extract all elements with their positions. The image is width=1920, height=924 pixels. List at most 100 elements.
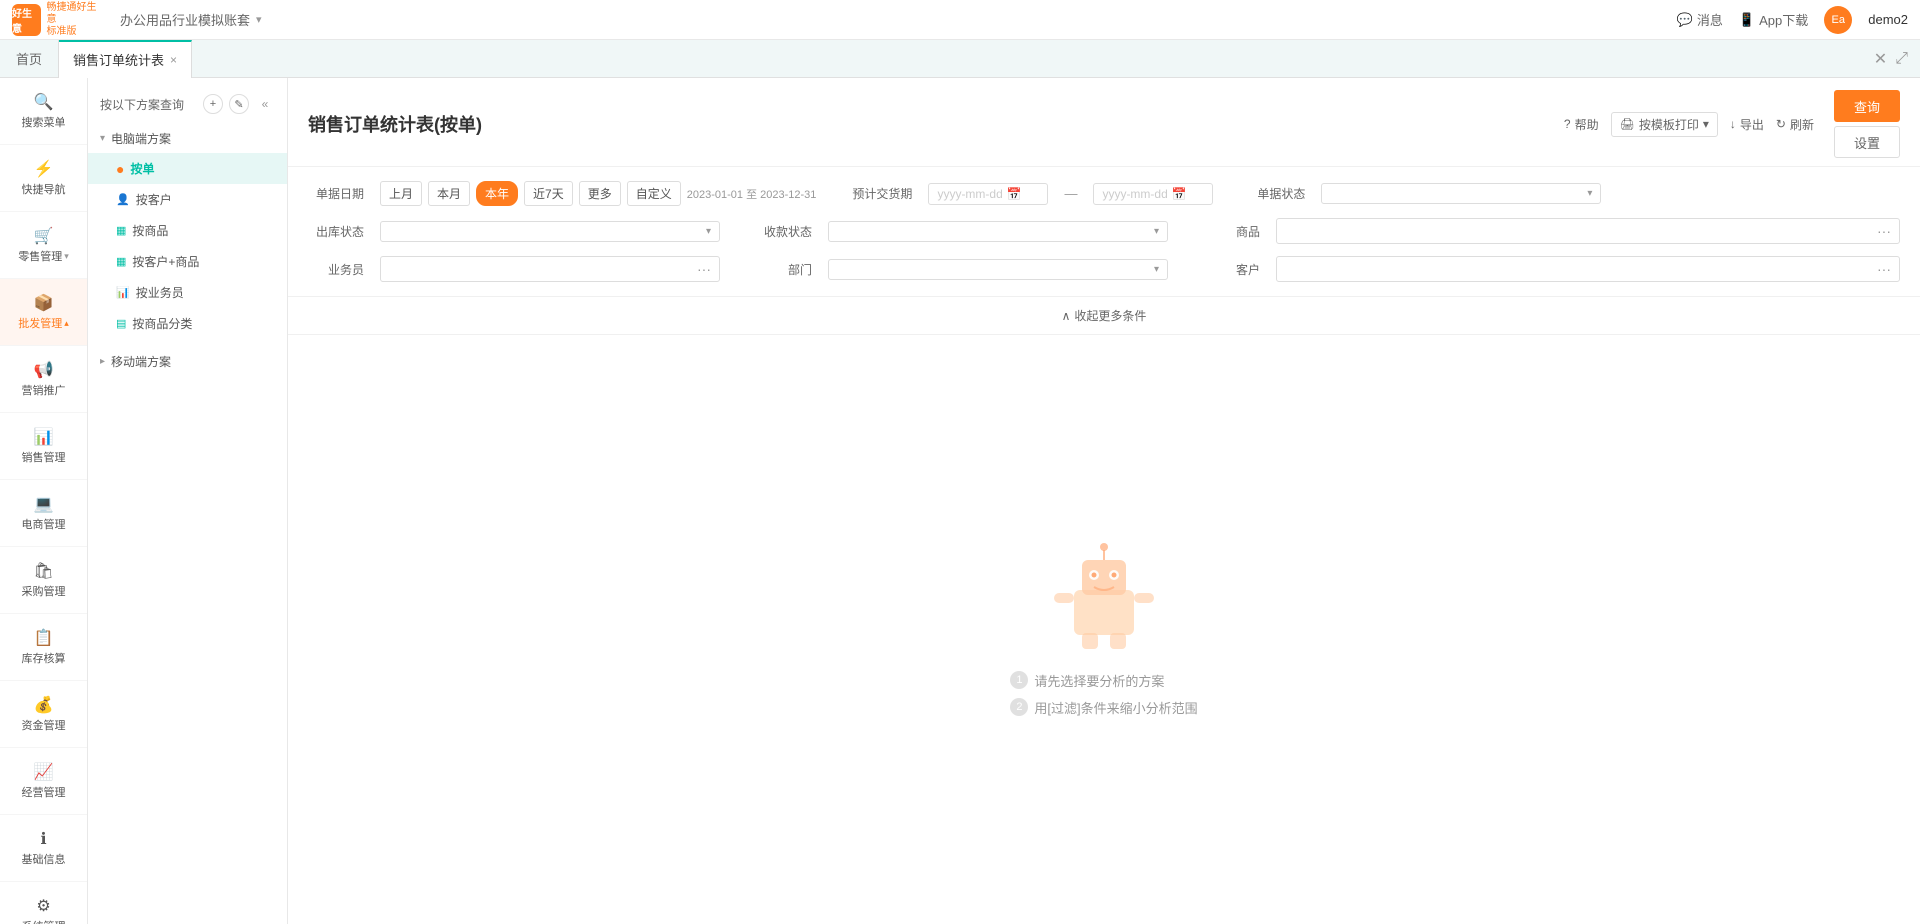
- expand-arrow-icon: ▾: [100, 133, 105, 144]
- empty-tip-1: 1 请先选择要分析的方案: [1010, 671, 1197, 690]
- date-button-group: 上月 本月 本年 近7天 更多 自定义 2023-01-01 至 2023-12…: [380, 181, 816, 206]
- sidebar-item-sales[interactable]: 📊 销售管理: [0, 413, 87, 480]
- tab-home[interactable]: 首页: [0, 40, 59, 78]
- empty-state: 1 请先选择要分析的方案 2 用[过滤]条件来缩小分析范围: [288, 335, 1920, 924]
- username-label: demo2: [1868, 12, 1908, 27]
- last-month-button[interactable]: 上月: [380, 181, 422, 206]
- refresh-button[interactable]: ↻ 刷新: [1776, 116, 1814, 133]
- sidebar-item-basic-info[interactable]: ℹ 基础信息: [0, 815, 87, 882]
- sidebar-item-inventory[interactable]: 📋 库存核算: [0, 614, 87, 681]
- scheme-group-pc-header[interactable]: ▾ 电脑端方案: [88, 124, 287, 153]
- scheme-item-by-goods[interactable]: ▦ 按商品: [88, 215, 287, 246]
- doc-status-dropdown-arrow-icon: ▾: [1587, 188, 1592, 199]
- top-center-title: 办公用品行业模拟账套: [120, 10, 250, 29]
- query-button[interactable]: 查询: [1834, 90, 1900, 122]
- edit-scheme-button[interactable]: ✎: [229, 94, 249, 114]
- sidebar-item-operations[interactable]: 📈 经营管理: [0, 748, 87, 815]
- sidebar-item-marketing[interactable]: 📢 营销推广: [0, 346, 87, 413]
- scheme-item-by-order[interactable]: ● 按单: [88, 153, 287, 184]
- goods-label: 商品: [1204, 223, 1260, 240]
- sidebar-item-purchase[interactable]: 🛍 采购管理: [0, 547, 87, 614]
- finance-icon: 💰: [0, 695, 87, 715]
- doc-status-dropdown[interactable]: ▾: [1321, 183, 1601, 204]
- sidebar-item-ecommerce[interactable]: 💻 电商管理: [0, 480, 87, 547]
- sidebar-item-search-menu[interactable]: 🔍 搜索菜单: [0, 78, 87, 145]
- payment-status-dropdown[interactable]: ▾: [828, 221, 1168, 242]
- scheme-item-by-salesperson[interactable]: 📊 按业务员: [88, 277, 287, 308]
- inventory-icon: 📋: [0, 628, 87, 648]
- user-avatar[interactable]: Ea: [1824, 6, 1852, 34]
- customer-dropdown[interactable]: ···: [1276, 256, 1900, 282]
- doc-status-label: 单据状态: [1249, 185, 1305, 202]
- last7-button[interactable]: 近7天: [524, 181, 573, 206]
- dept-arrow-icon: ▾: [1154, 264, 1159, 275]
- active-scheme-icon: ●: [116, 161, 124, 177]
- ecommerce-icon: 💻: [0, 494, 87, 514]
- department-dropdown[interactable]: ▾: [828, 259, 1168, 280]
- search-icon: 🔍: [0, 92, 87, 112]
- message-icon: 💬: [1677, 12, 1693, 28]
- expected-date-label: 预计交货期: [852, 185, 912, 202]
- calendar-start-icon: 📅: [1007, 187, 1022, 201]
- sidebar-item-quick-nav[interactable]: ⚡ 快捷导航: [0, 145, 87, 212]
- tab-sales-stats[interactable]: 销售订单统计表 ×: [59, 40, 192, 78]
- scheme-item-by-goods-cat[interactable]: ▤ 按商品分类: [88, 308, 287, 339]
- filter-row-2: 出库状态 ▾ 收款状态 ▾ 商品 ···: [308, 218, 1900, 244]
- right-content: 销售订单统计表(按单) ? 帮助 🖨 按模板打印 ▾ ↓ 导出: [288, 78, 1920, 924]
- payment-status-label: 收款状态: [756, 223, 812, 240]
- empty-tip-2: 2 用[过滤]条件来缩小分析范围: [1010, 698, 1197, 717]
- more-button[interactable]: 更多: [579, 181, 621, 206]
- logo-text: 畅捷通好生意 标准版: [47, 2, 100, 38]
- salesperson-dots-icon[interactable]: ···: [697, 261, 711, 277]
- collapse-bar[interactable]: ∧ 收起更多条件: [288, 297, 1920, 335]
- help-icon: ?: [1564, 117, 1571, 131]
- customer-scheme-icon: 👤: [116, 193, 130, 206]
- scheme-item-by-customer-goods[interactable]: ▦ 按客户+商品: [88, 246, 287, 277]
- salesperson-dropdown[interactable]: ···: [380, 256, 720, 282]
- mobile-icon: 📱: [1739, 12, 1755, 28]
- expected-date-start-input[interactable]: yyyy-mm-dd 📅: [928, 183, 1048, 205]
- tab-close-icon[interactable]: ×: [170, 53, 177, 67]
- sidebar-item-finance[interactable]: 💰 资金管理: [0, 681, 87, 748]
- export-button[interactable]: ↓ 导出: [1730, 116, 1764, 133]
- scheme-item-by-customer[interactable]: 👤 按客户: [88, 184, 287, 215]
- filter-row-1: 单据日期 上月 本月 本年 近7天 更多 自定义 2023-01-01 至 20…: [308, 181, 1900, 206]
- payment-arrow-icon: ▾: [1154, 226, 1159, 237]
- retail-icon: 🛒: [0, 226, 87, 246]
- app-download-button[interactable]: 📱 App下载: [1739, 10, 1808, 29]
- print-icon: 🖨: [1620, 117, 1635, 131]
- customer-dots-icon[interactable]: ···: [1877, 261, 1891, 277]
- this-month-button[interactable]: 本月: [428, 181, 470, 206]
- top-center: 办公用品行业模拟账套 ▾: [100, 10, 1677, 29]
- goods-dropdown[interactable]: ···: [1276, 218, 1900, 244]
- goods-dots-icon[interactable]: ···: [1877, 223, 1891, 239]
- settings-button[interactable]: 设置: [1834, 126, 1900, 158]
- logo-area: 好生意 畅捷通好生意 标准版: [12, 2, 100, 38]
- department-label: 部门: [756, 261, 812, 278]
- messages-button[interactable]: 💬 消息: [1677, 10, 1723, 29]
- this-year-button[interactable]: 本年: [476, 181, 518, 206]
- sidebar-item-retail[interactable]: 🛒 零售管理 ▾: [0, 212, 87, 279]
- collapse-panel-button[interactable]: «: [255, 94, 275, 114]
- sidebar-item-system[interactable]: ⚙ 系统管理: [0, 882, 87, 924]
- customer-label: 客户: [1204, 261, 1260, 278]
- marketing-icon: 📢: [0, 360, 87, 380]
- expand-window-icon[interactable]: ⤢: [1895, 50, 1908, 68]
- calendar-end-icon: 📅: [1172, 187, 1187, 201]
- empty-illustration: [1044, 535, 1164, 655]
- expected-date-end-input[interactable]: yyyy-mm-dd 📅: [1093, 183, 1213, 205]
- scheme-group-mobile-header[interactable]: ▸ 移动端方案: [88, 347, 287, 376]
- shipment-status-label: 出库状态: [308, 223, 364, 240]
- template-print-button[interactable]: 🖨 按模板打印 ▾: [1611, 112, 1718, 137]
- logo-icon: 好生意: [12, 4, 41, 36]
- edit-icon: ✎: [234, 98, 243, 111]
- basic-info-icon: ℹ: [0, 829, 87, 849]
- dropdown-arrow-icon[interactable]: ▾: [256, 13, 262, 26]
- scheme-group-pc: ▾ 电脑端方案 ● 按单 👤 按客户 ▦ 按商品 ▦ 按客户+商品: [88, 120, 287, 343]
- shipment-status-dropdown[interactable]: ▾: [380, 221, 720, 242]
- close-window-icon[interactable]: ✕: [1874, 49, 1887, 69]
- help-button[interactable]: ? 帮助: [1564, 116, 1599, 133]
- sidebar-item-wholesale[interactable]: 📦 批发管理 ▴: [0, 279, 87, 346]
- add-scheme-button[interactable]: +: [203, 94, 223, 114]
- custom-button[interactable]: 自定义: [627, 181, 681, 206]
